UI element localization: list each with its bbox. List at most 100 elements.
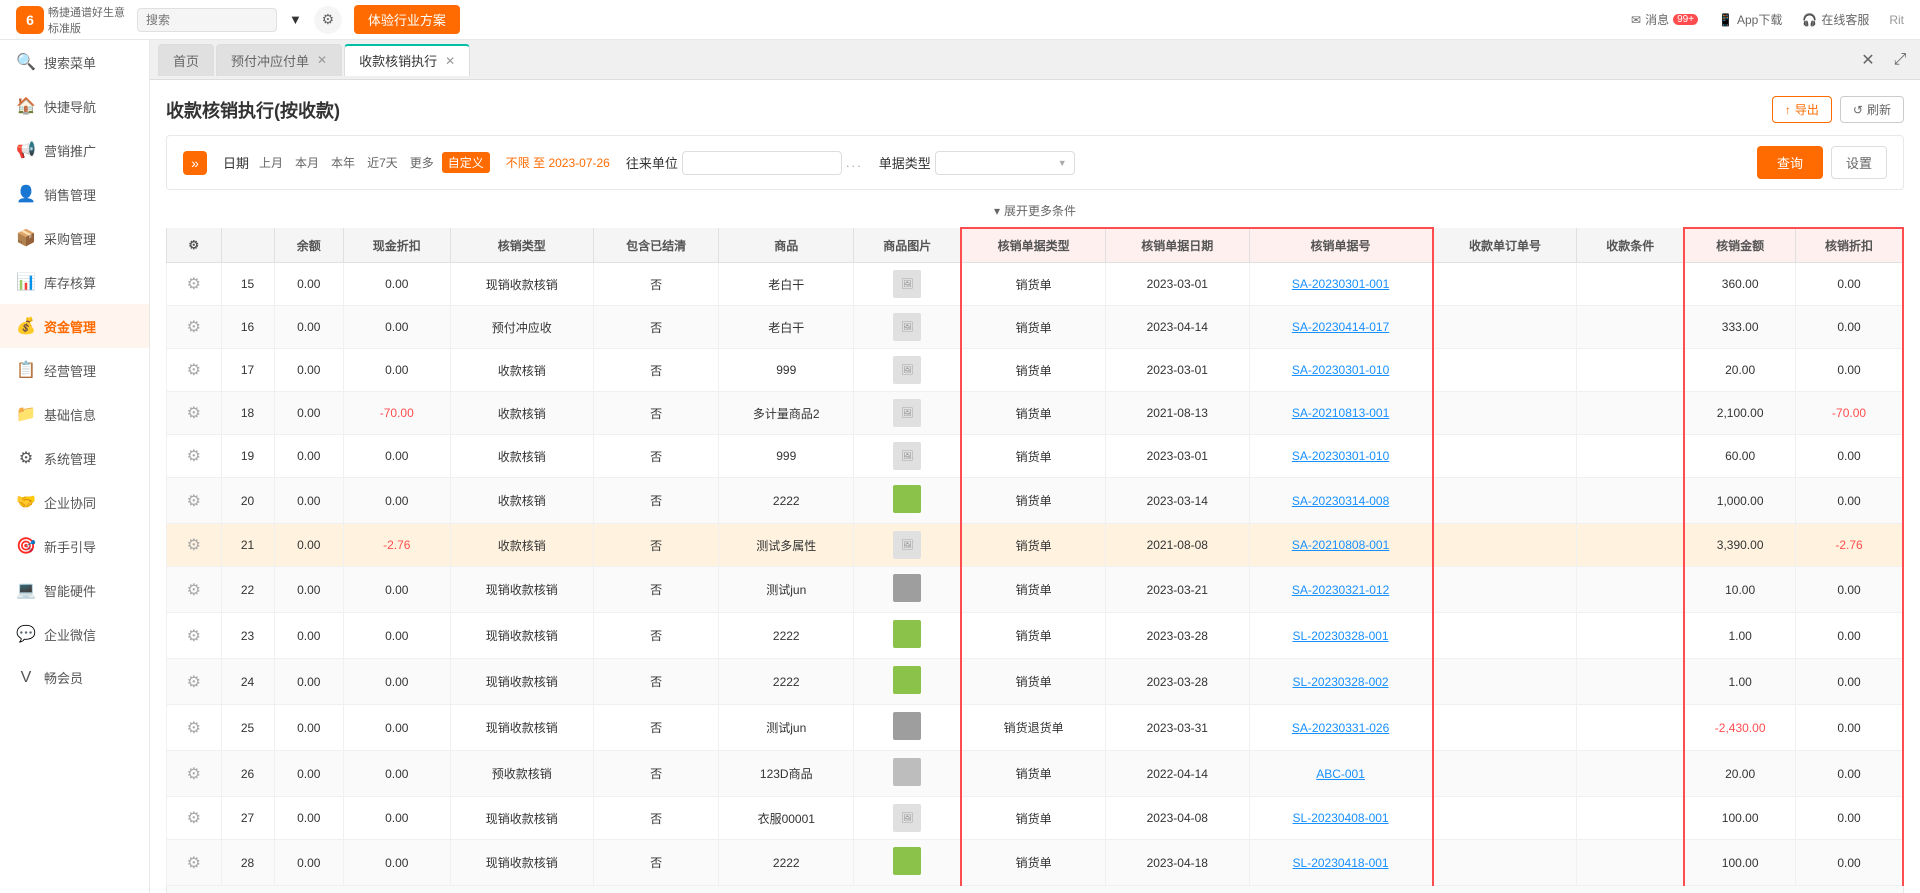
date-filter-label: 日期 <box>223 153 249 172</box>
table-row: ⚙ 16 0.00 0.00 预付冲应收 否 老白干 🖼 销货单 2023-04… <box>167 306 1904 349</box>
sidebar-item-hardware[interactable]: 💻 智能硬件 <box>0 568 149 612</box>
sidebar-item-finance[interactable]: 💰 资金管理 <box>0 304 149 348</box>
cell-gear[interactable]: ⚙ <box>167 392 222 435</box>
sidebar-item-label: 企业协同 <box>44 493 96 512</box>
bill-no-link[interactable]: SL-20230418-001 <box>1293 856 1389 870</box>
refresh-button[interactable]: ↺ 刷新 <box>1840 96 1904 123</box>
sidebar-item-purchase[interactable]: 📦 采购管理 <box>0 216 149 260</box>
cell-include-settled: 否 <box>594 659 719 705</box>
cell-gear[interactable]: ⚙ <box>167 263 222 306</box>
date-shortcut-links: 上月 本月 本年 近7天 更多 自定义 <box>255 152 490 173</box>
cell-write-off-discount: 0.00 <box>1796 478 1903 524</box>
sidebar-item-shortcut[interactable]: 🏠 快捷导航 <box>0 84 149 128</box>
sidebar-item-member[interactable]: V 畅会员 <box>0 656 149 699</box>
date-more[interactable]: 更多 <box>406 152 438 173</box>
date-custom-button[interactable]: 自定义 <box>442 152 490 173</box>
sidebar-item-label: 智能硬件 <box>44 581 96 600</box>
tab-prepay[interactable]: 预付冲应付单 ✕ <box>216 44 342 76</box>
cell-gear[interactable]: ⚙ <box>167 797 222 840</box>
messages-item[interactable]: ✉ 消息 99+ <box>1631 11 1698 28</box>
cell-bill-type: 销货单 <box>961 524 1105 567</box>
cell-gear[interactable]: ⚙ <box>167 306 222 349</box>
cell-gear[interactable]: ⚙ <box>167 705 222 751</box>
sidebar-item-system[interactable]: ⚙ 系统管理 <box>0 436 149 480</box>
sidebar-item-wechat[interactable]: 💬 企业微信 <box>0 612 149 656</box>
date-last-7-days[interactable]: 近7天 <box>363 152 402 173</box>
cell-gear[interactable]: ⚙ <box>167 435 222 478</box>
cell-gear[interactable]: ⚙ <box>167 840 222 886</box>
export-button[interactable]: ↑ 导出 <box>1772 96 1832 123</box>
tab-home[interactable]: 首页 <box>158 44 214 76</box>
filter-expand-button[interactable]: » <box>183 151 207 175</box>
industry-solution-button[interactable]: 体验行业方案 <box>354 5 460 34</box>
bill-no-link[interactable]: SL-20230328-001 <box>1293 629 1389 643</box>
sidebar-item-guide[interactable]: 🎯 新手引导 <box>0 524 149 568</box>
tab-receipt[interactable]: 收款核销执行 ✕ <box>344 44 470 76</box>
bill-no-link[interactable]: SA-20230314-008 <box>1292 494 1389 508</box>
global-search-input[interactable] <box>137 8 277 32</box>
sidebar-item-marketing[interactable]: 📢 营销推广 <box>0 128 149 172</box>
bill-no-link[interactable]: SA-20230321-012 <box>1292 583 1389 597</box>
top-dropdown[interactable]: ▼ <box>289 12 302 27</box>
bill-no-link[interactable]: SA-20230331-026 <box>1292 721 1389 735</box>
prepay-tab-close[interactable]: ✕ <box>317 53 327 67</box>
date-this-month[interactable]: 本月 <box>291 152 323 173</box>
basic-icon: 📁 <box>16 404 36 424</box>
bill-no-link[interactable]: SA-20230301-010 <box>1292 363 1389 377</box>
refresh-label: 刷新 <box>1867 101 1891 118</box>
table-header-row: ⚙ 余额 现金折扣 核销类型 包含已结清 商品 商品图片 核销单据类型 核销单据… <box>167 228 1904 263</box>
bill-no-link[interactable]: SL-20230408-001 <box>1293 811 1389 825</box>
query-button[interactable]: 查询 <box>1757 146 1823 179</box>
cell-gear[interactable]: ⚙ <box>167 349 222 392</box>
data-table: ⚙ 余额 现金折扣 核销类型 包含已结清 商品 商品图片 核销单据类型 核销单据… <box>166 227 1904 886</box>
settings-icon[interactable]: ⚙ <box>314 6 342 34</box>
expand-more-row[interactable]: ▾ 展开更多条件 <box>166 198 1904 223</box>
col-bill-date: 核销单据日期 <box>1106 228 1250 263</box>
cell-gear[interactable]: ⚙ <box>167 567 222 613</box>
cell-gear[interactable]: ⚙ <box>167 524 222 567</box>
cell-product: 测试多属性 <box>719 524 854 567</box>
cell-cash-discount: 0.00 <box>344 349 451 392</box>
product-image: 🖼 <box>893 804 921 832</box>
purchase-icon: 📦 <box>16 228 36 248</box>
bill-no-link[interactable]: SA-20230301-001 <box>1292 277 1389 291</box>
online-service-item[interactable]: 🎧 在线客服 <box>1802 11 1869 28</box>
bill-no-link[interactable]: SL-20230328-002 <box>1293 675 1389 689</box>
cell-gear[interactable]: ⚙ <box>167 751 222 797</box>
bill-no-link[interactable]: SA-20230301-010 <box>1292 449 1389 463</box>
receipt-type-select[interactable] <box>935 151 1075 175</box>
cell-bill-no: SA-20230414-017 <box>1249 306 1433 349</box>
receipt-tab-close[interactable]: ✕ <box>445 54 455 68</box>
gear-icon: ⚙ <box>187 674 201 691</box>
cell-write-off-type: 现销收款核销 <box>450 705 594 751</box>
cell-write-off-discount: -2.76 <box>1796 524 1903 567</box>
table-row: ⚙ 22 0.00 0.00 现销收款核销 否 测试jun 销货单 2023-0… <box>167 567 1904 613</box>
cell-write-off-amount: 100.00 <box>1684 840 1795 886</box>
sidebar-item-basic[interactable]: 📁 基础信息 <box>0 392 149 436</box>
bill-no-link[interactable]: SA-20210808-001 <box>1292 538 1389 552</box>
cell-gear[interactable]: ⚙ <box>167 613 222 659</box>
bill-no-link[interactable]: SA-20230414-017 <box>1292 320 1389 334</box>
cell-gear[interactable]: ⚙ <box>167 659 222 705</box>
bill-no-link[interactable]: SA-20210813-001 <box>1292 406 1389 420</box>
tab-close-all-button[interactable]: ✕ <box>1856 48 1880 72</box>
expand-more-label: 展开更多条件 <box>1004 202 1076 219</box>
app-download-item[interactable]: 📱 App下载 <box>1718 11 1782 28</box>
cell-bill-type: 销货退货单 <box>961 705 1105 751</box>
partner-filter-input[interactable] <box>682 151 842 175</box>
tab-expand-button[interactable]: ⤢ <box>1888 48 1912 72</box>
sidebar-item-search[interactable]: 🔍 搜索菜单 <box>0 40 149 84</box>
cell-include-settled: 否 <box>594 705 719 751</box>
setting-button[interactable]: 设置 <box>1831 146 1887 179</box>
sidebar-item-inventory[interactable]: 📊 库存核算 <box>0 260 149 304</box>
bill-no-link[interactable]: ABC-001 <box>1316 767 1365 781</box>
cell-balance: 0.00 <box>274 705 343 751</box>
sidebar-item-enterprise[interactable]: 🤝 企业协同 <box>0 480 149 524</box>
app-logo: 6 畅捷通谱好生意 标准版 <box>16 4 125 36</box>
sidebar-item-sales[interactable]: 👤 销售管理 <box>0 172 149 216</box>
col-gear[interactable]: ⚙ <box>167 228 222 263</box>
cell-gear[interactable]: ⚙ <box>167 478 222 524</box>
date-last-month[interactable]: 上月 <box>255 152 287 173</box>
date-this-year[interactable]: 本年 <box>327 152 359 173</box>
sidebar-item-operations[interactable]: 📋 经营管理 <box>0 348 149 392</box>
